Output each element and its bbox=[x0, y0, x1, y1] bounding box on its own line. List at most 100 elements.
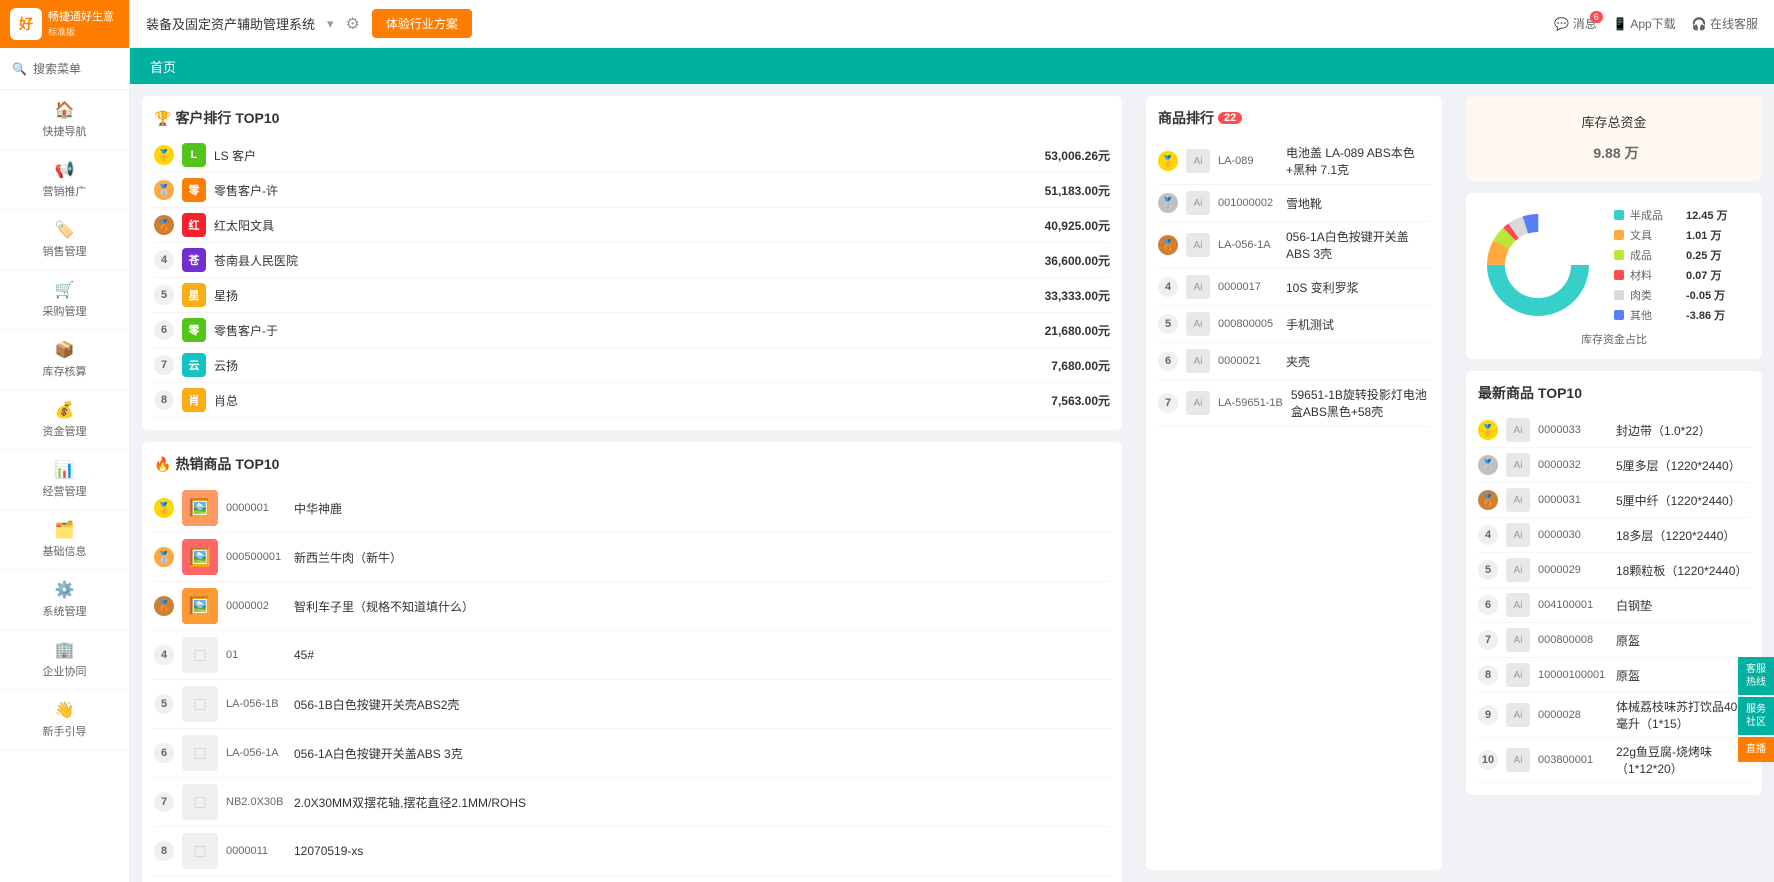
search-icon: 🔍 bbox=[12, 62, 27, 76]
product-code: 000500001 bbox=[226, 551, 286, 563]
chevron-down-icon[interactable]: ▾ bbox=[327, 16, 334, 32]
product-thumb: Ai bbox=[1186, 275, 1210, 299]
customer-ranking-item: 🥈 零 零售客户-许 51,183.00元 bbox=[154, 173, 1110, 208]
product-name: 雪地靴 bbox=[1286, 195, 1430, 212]
product-thumb: Ai bbox=[1506, 453, 1530, 477]
sidebar-item-finance[interactable]: 💰 资金管理 bbox=[0, 390, 129, 450]
product-name: 手机测试 bbox=[1286, 316, 1430, 333]
rank-badge: 7 bbox=[154, 792, 174, 812]
customer-name: LS 客户 bbox=[214, 147, 1037, 164]
trophy-icon: 🏆 bbox=[154, 110, 171, 127]
sidebar-item-quick-nav[interactable]: 🏠 快捷导航 bbox=[0, 90, 129, 150]
app-download-label: App下载 bbox=[1630, 17, 1675, 31]
product-code: LA-056-1A bbox=[226, 747, 286, 759]
customer-name: 零售客户-许 bbox=[214, 182, 1037, 199]
legend-color bbox=[1614, 290, 1624, 300]
product-code: 0000002 bbox=[226, 600, 286, 612]
trial-btn[interactable]: 体验行业方案 bbox=[372, 9, 472, 38]
product-code: 004100001 bbox=[1538, 599, 1608, 611]
online-service-btn[interactable]: 🎧 在线客服 bbox=[1692, 15, 1758, 32]
topbar-right: 💬 消息 6 📱 App下载 🎧 在线客服 bbox=[1554, 15, 1758, 32]
app-download-btn[interactable]: 📱 App下载 bbox=[1613, 15, 1676, 32]
product-code: 0000032 bbox=[1538, 459, 1608, 471]
inventory-label: 库存总资金 bbox=[1482, 112, 1746, 131]
customer-name: 苍南县人民医院 bbox=[214, 252, 1037, 269]
live-btn[interactable]: 直播 bbox=[1738, 737, 1774, 762]
rank-badge: 6 bbox=[1478, 595, 1498, 615]
product-name: 夹壳 bbox=[1286, 353, 1430, 370]
product-code: 0000028 bbox=[1538, 709, 1608, 721]
sidebar-item-system[interactable]: ⚙️ 系统管理 bbox=[0, 570, 129, 630]
customer-amount: 21,680.00元 bbox=[1045, 322, 1110, 339]
product-code: LA-089 bbox=[1218, 155, 1278, 167]
customer-name: 肖总 bbox=[214, 392, 1043, 409]
legend-value: 0.25 万 bbox=[1686, 247, 1721, 263]
new-product-item: 10 Ai 003800001 22g鱼豆腐-烧烤味（1*12*20） bbox=[1478, 738, 1750, 783]
sidebar-item-inventory[interactable]: 📦 库存核算 bbox=[0, 330, 129, 390]
rank-badge: 6 bbox=[154, 320, 174, 340]
product-code: 10000100001 bbox=[1538, 669, 1608, 681]
product-ranking-card: 商品排行 22 🥇 Ai LA-089 电池盖 LA-089 ABS本色+黑种 … bbox=[1146, 96, 1442, 870]
sidebar-item-marketing[interactable]: 📢 营销推广 bbox=[0, 150, 129, 210]
product-ranking-item: 🥇 Ai LA-089 电池盖 LA-089 ABS本色+黑种 7.1克 bbox=[1158, 138, 1430, 185]
service-community-btn[interactable]: 服务社区 bbox=[1738, 697, 1774, 735]
sales-icon: 🏷️ bbox=[55, 220, 75, 240]
sidebar-item-basic-info[interactable]: 🗂️ 基础信息 bbox=[0, 510, 129, 570]
rank-badge: 5 bbox=[1158, 314, 1178, 334]
customer-avatar: 零 bbox=[182, 318, 206, 342]
hot-products-list: 🥇 🖼️ 0000001 中华神鹿 🥈 🖼️ 000500001 新西兰牛肉（新… bbox=[154, 484, 1110, 882]
customer-amount: 51,183.00元 bbox=[1045, 182, 1110, 199]
sidebar-item-corp[interactable]: 🏢 企业协同 bbox=[0, 630, 129, 690]
notification-badge: 6 bbox=[1590, 11, 1603, 23]
product-code: 0000030 bbox=[1538, 529, 1608, 541]
product-name: 12070519-xs bbox=[294, 844, 1110, 858]
product-thumb: Ai bbox=[1506, 558, 1530, 582]
legend-name: 肉类 bbox=[1630, 287, 1680, 303]
customer-avatar: 肖 bbox=[182, 388, 206, 412]
hot-product-item: 4 □ 01 45# bbox=[154, 631, 1110, 680]
product-thumb: Ai bbox=[1186, 349, 1210, 373]
donut-wrapper: 半成品 12.45 万 文具 1.01 万 成品 0.25 万 bbox=[1478, 205, 1750, 325]
hot-products-title: 🔥 热销商品 TOP10 bbox=[154, 454, 1110, 474]
product-thumb: Ai bbox=[1506, 593, 1530, 617]
new-products-title: 最新商品 TOP10 bbox=[1478, 383, 1750, 403]
gear-icon[interactable]: ⚙ bbox=[346, 14, 360, 34]
product-code: 0000031 bbox=[1538, 494, 1608, 506]
product-name: 智利车子里（规格不知道填什么） bbox=[294, 598, 1110, 615]
product-code: LA-056-1B bbox=[226, 698, 286, 710]
sidebar-nav: 🏠 快捷导航 📢 营销推广 🏷️ 销售管理 🛒 采购管理 📦 库存核算 💰 资金… bbox=[0, 90, 129, 882]
sidebar-item-newbie[interactable]: 👋 新手引导 bbox=[0, 690, 129, 750]
nav-system-label: 系统管理 bbox=[43, 603, 87, 619]
online-service-label: 在线客服 bbox=[1710, 17, 1758, 31]
rank-badge: 🥈 bbox=[1158, 193, 1178, 213]
sidebar-item-sales[interactable]: 🏷️ 销售管理 bbox=[0, 210, 129, 270]
main-area: 装备及固定资产辅助管理系统 ▾ ⚙ 体验行业方案 💬 消息 6 📱 App下载 … bbox=[130, 0, 1774, 882]
product-thumb: 🖼️ bbox=[182, 539, 218, 575]
customer-ranking-item: 8 肖 肖总 7,563.00元 bbox=[154, 383, 1110, 418]
rank-badge: 5 bbox=[1478, 560, 1498, 580]
rank-badge: 6 bbox=[1158, 351, 1178, 371]
product-code: 01 bbox=[226, 649, 286, 661]
customer-amount: 53,006.26元 bbox=[1045, 147, 1110, 164]
legend-name: 其他 bbox=[1630, 307, 1680, 323]
nav-corp-label: 企业协同 bbox=[43, 663, 87, 679]
rank-badge: 🥉 bbox=[1478, 490, 1498, 510]
nav-inventory-label: 库存核算 bbox=[43, 363, 87, 379]
search-menu-button[interactable]: 🔍 搜索菜单 bbox=[8, 56, 121, 81]
sidebar-item-purchase[interactable]: 🛒 采购管理 bbox=[0, 270, 129, 330]
customer-avatar: 苍 bbox=[182, 248, 206, 272]
nav-sales-label: 销售管理 bbox=[43, 243, 87, 259]
hot-product-item: 6 □ LA-056-1A 056-1A白色按键开关盖ABS 3克 bbox=[154, 729, 1110, 778]
inventory-legend: 半成品 12.45 万 文具 1.01 万 成品 0.25 万 bbox=[1614, 207, 1728, 323]
sidebar-item-operations[interactable]: 📊 经营管理 bbox=[0, 450, 129, 510]
customer-name: 星扬 bbox=[214, 287, 1037, 304]
product-thumb: □ bbox=[182, 833, 218, 869]
customer-service-btn[interactable]: 客服热线 bbox=[1738, 657, 1774, 695]
customer-name: 红太阳文具 bbox=[214, 217, 1037, 234]
tab-home[interactable]: 首页 bbox=[130, 48, 196, 84]
phone-icon: 📱 bbox=[1613, 17, 1628, 31]
new-products-card: 最新商品 TOP10 🥇 Ai 0000033 封边带（1.0*22） 🥈 Ai… bbox=[1466, 371, 1762, 795]
logo-name: 畅捷通好生意 bbox=[48, 10, 114, 24]
nav-quick-label: 快捷导航 bbox=[43, 123, 87, 139]
message-btn[interactable]: 💬 消息 6 bbox=[1554, 15, 1596, 32]
